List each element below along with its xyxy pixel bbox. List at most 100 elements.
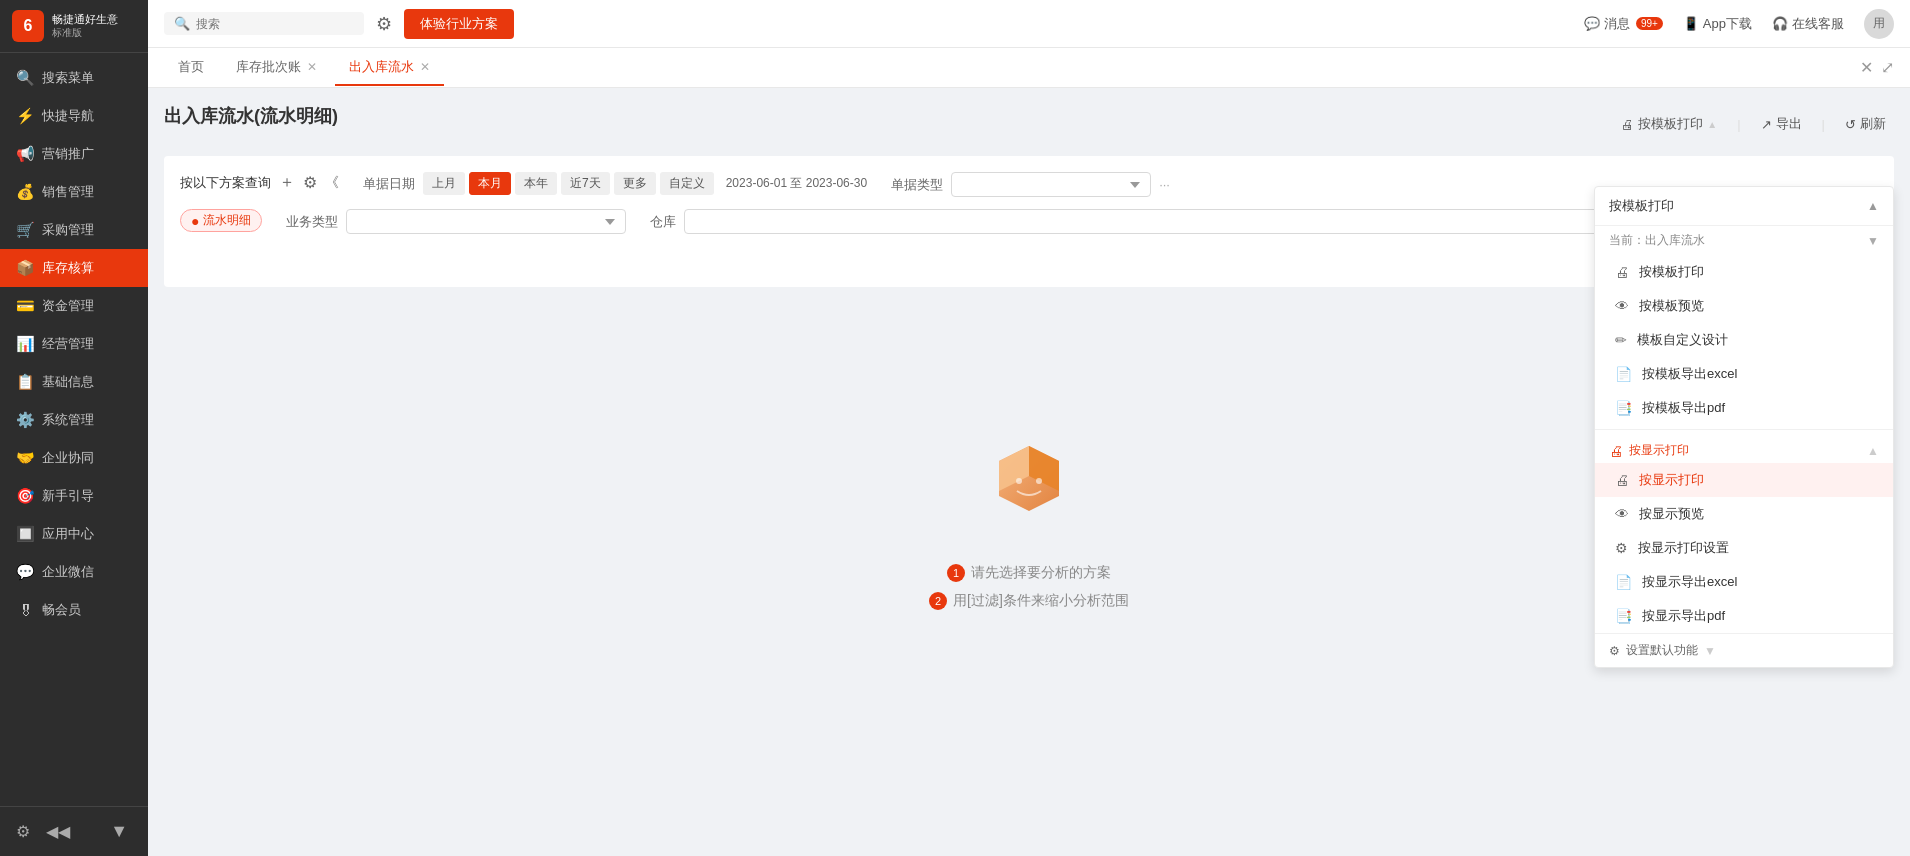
customer-service-label: 在线客服 — [1792, 15, 1844, 33]
date-btn-this-year[interactable]: 本年 — [515, 172, 557, 195]
refresh-button[interactable]: ↺ 刷新 — [1837, 111, 1894, 137]
main-area: 🔍 ⚙ 体验行业方案 💬 消息 99+ 📱 App下载 🎧 在线客服 用 — [148, 0, 1910, 856]
sidebar-item-operations[interactable]: 📊 经营管理 — [0, 325, 148, 363]
tab-window-btns: ✕ ⤢ — [1860, 58, 1894, 77]
empty-hint-1-text: 请先选择要分析的方案 — [971, 564, 1111, 582]
filter-collapse-button[interactable]: 《 — [325, 174, 339, 192]
date-btn-last7[interactable]: 近7天 — [561, 172, 610, 195]
filter-business-type-select[interactable] — [346, 209, 626, 234]
dropdown-item-display-export-pdf[interactable]: 📑 按显示导出pdf — [1595, 599, 1893, 633]
search-icon: 🔍 — [16, 69, 34, 87]
dropdown-up-icon[interactable]: ▲ — [1867, 199, 1879, 213]
dropdown-item-template-export-excel[interactable]: 📄 按模板导出excel — [1595, 357, 1893, 391]
app-name: 畅捷通好生意 — [52, 12, 118, 26]
app-download-label: App下载 — [1703, 15, 1752, 33]
dropdown-item-template-custom[interactable]: ✏ 模板自定义设计 — [1595, 323, 1893, 357]
dropdown-item-display-settings[interactable]: ⚙ 按显示打印设置 — [1595, 531, 1893, 565]
sidebar-item-search[interactable]: 🔍 搜索菜单 — [0, 59, 148, 97]
dropdown-item-template-print[interactable]: 🖨 按模板打印 — [1595, 255, 1893, 289]
topbar-search-box[interactable]: 🔍 — [164, 12, 364, 35]
sidebar-item-system-label: 系统管理 — [42, 411, 94, 429]
set-default-icon: ⚙ — [1609, 644, 1620, 658]
sidebar-item-sales[interactable]: 💰 销售管理 — [0, 173, 148, 211]
set-default-button[interactable]: ⚙ 设置默认功能 ▼ — [1609, 642, 1716, 659]
sidebar-item-basic-label: 基础信息 — [42, 373, 94, 391]
tab-flow[interactable]: 出入库流水 ✕ — [335, 50, 444, 86]
sidebar-scroll-down[interactable]: ▼ — [106, 817, 132, 846]
industry-solution-button[interactable]: 体验行业方案 — [404, 9, 514, 39]
tab-batch[interactable]: 库存批次账 ✕ — [222, 50, 331, 86]
sidebar-item-wechat[interactable]: 💬 企业微信 — [0, 553, 148, 591]
topbar-search-input[interactable] — [196, 17, 336, 31]
sidebar-item-basic[interactable]: 📋 基础信息 — [0, 363, 148, 401]
filter-bill-type-select[interactable] — [951, 172, 1151, 197]
filter-date-range: 2023-06-01 至 2023-06-30 — [726, 175, 867, 192]
basic-icon: 📋 — [16, 373, 34, 391]
tab-flow-close[interactable]: ✕ — [420, 60, 430, 74]
sidebar-item-sales-label: 销售管理 — [42, 183, 94, 201]
dropdown-header: 按模板打印 ▲ — [1595, 187, 1893, 226]
tab-expand-btn[interactable]: ⤢ — [1881, 58, 1894, 77]
sidebar-item-finance[interactable]: 💳 资金管理 — [0, 287, 148, 325]
print-dropdown-panel: 按模板打印 ▲ 当前：出入库流水 ▼ 🖨 按模板打印 👁 按模板预览 ✏ — [1594, 186, 1894, 668]
sidebar-item-shortcut[interactable]: ⚡ 快捷导航 — [0, 97, 148, 135]
message-action[interactable]: 💬 消息 99+ — [1584, 15, 1663, 33]
display-print-icon: 🖨 — [1615, 472, 1629, 488]
dropdown-item-display-preview[interactable]: 👁 按显示预览 — [1595, 497, 1893, 531]
empty-hint-2: 2 用[过滤]条件来缩小分析范围 — [929, 592, 1129, 610]
finance-icon: 💳 — [16, 297, 34, 315]
export-button[interactable]: ↗ 导出 — [1753, 111, 1810, 137]
dropdown-item-template-preview[interactable]: 👁 按模板预览 — [1595, 289, 1893, 323]
date-btn-more[interactable]: 更多 — [614, 172, 656, 195]
sidebar: 6 畅捷通好生意 标准版 🔍 搜索菜单 ⚡ 快捷导航 📢 营销推广 💰 销售管理… — [0, 0, 148, 856]
template-preview-icon: 👁 — [1615, 298, 1629, 314]
date-btn-last-month[interactable]: 上月 — [423, 172, 465, 195]
user-avatar-text: 用 — [1873, 15, 1885, 32]
topbar-gear-icon[interactable]: ⚙ — [376, 13, 392, 35]
print-template-button[interactable]: 🖨 按模板打印 ▲ — [1613, 111, 1725, 137]
filter-date-label: 单据日期 — [363, 175, 415, 193]
display-section-chevron[interactable]: ▲ — [1867, 444, 1879, 458]
dropdown-footer: ⚙ 设置默认功能 ▼ — [1595, 633, 1893, 667]
sidebar-item-guide[interactable]: 🎯 新手引导 — [0, 477, 148, 515]
sidebar-item-system[interactable]: ⚙️ 系统管理 — [0, 401, 148, 439]
customer-service-action[interactable]: 🎧 在线客服 — [1772, 15, 1844, 33]
display-settings-icon: ⚙ — [1615, 540, 1628, 556]
app-download-action[interactable]: 📱 App下载 — [1683, 15, 1752, 33]
sidebar-item-marketing[interactable]: 📢 营销推广 — [0, 135, 148, 173]
export-icon: ↗ — [1761, 117, 1772, 132]
filter-add-button[interactable]: ＋ — [279, 172, 295, 193]
user-avatar[interactable]: 用 — [1864, 9, 1894, 39]
tab-close-btn[interactable]: ✕ — [1860, 58, 1873, 77]
operations-icon: 📊 — [16, 335, 34, 353]
hint-num-1: 1 — [947, 564, 965, 582]
message-badge: 99+ — [1636, 17, 1663, 30]
filter-chip-icon: ● — [191, 213, 199, 229]
tab-batch-close[interactable]: ✕ — [307, 60, 317, 74]
svg-point-4 — [1036, 478, 1042, 484]
dropdown-current-chevron[interactable]: ▼ — [1867, 234, 1879, 248]
print-template-icon: 🖨 — [1621, 117, 1634, 132]
filter-bill-type-more-icon[interactable]: ··· — [1159, 177, 1170, 192]
tab-home[interactable]: 首页 — [164, 50, 218, 86]
filter-chip[interactable]: ● 流水明细 — [180, 209, 262, 232]
dropdown-item-template-export-pdf[interactable]: 📑 按模板导出pdf — [1595, 391, 1893, 425]
date-btn-this-month[interactable]: 本月 — [469, 172, 511, 195]
sidebar-item-apps[interactable]: 🔲 应用中心 — [0, 515, 148, 553]
filter-warehouse-label: 仓库 — [650, 213, 676, 231]
display-export-excel-label: 按显示导出excel — [1642, 573, 1737, 591]
filter-settings-button[interactable]: ⚙ — [303, 173, 317, 192]
dropdown-item-display-export-excel[interactable]: 📄 按显示导出excel — [1595, 565, 1893, 599]
collapse-sidebar-icon[interactable]: ◀◀ — [46, 822, 70, 841]
refresh-label: 刷新 — [1860, 115, 1886, 133]
sidebar-item-member[interactable]: 🎖 畅会员 — [0, 591, 148, 629]
sidebar-item-purchase[interactable]: 🛒 采购管理 — [0, 211, 148, 249]
dropdown-section-display: 🖨 按显示打印 ▲ — [1595, 434, 1893, 463]
date-btn-custom[interactable]: 自定义 — [660, 172, 714, 195]
settings-bottom-icon[interactable]: ⚙ — [16, 822, 30, 841]
logo-area: 6 畅捷通好生意 标准版 — [0, 0, 148, 53]
dropdown-item-display-print[interactable]: 🖨 按显示打印 — [1595, 463, 1893, 497]
sidebar-item-inventory[interactable]: 📦 库存核算 — [0, 249, 148, 287]
sales-icon: 💰 — [16, 183, 34, 201]
sidebar-item-collab[interactable]: 🤝 企业协同 — [0, 439, 148, 477]
